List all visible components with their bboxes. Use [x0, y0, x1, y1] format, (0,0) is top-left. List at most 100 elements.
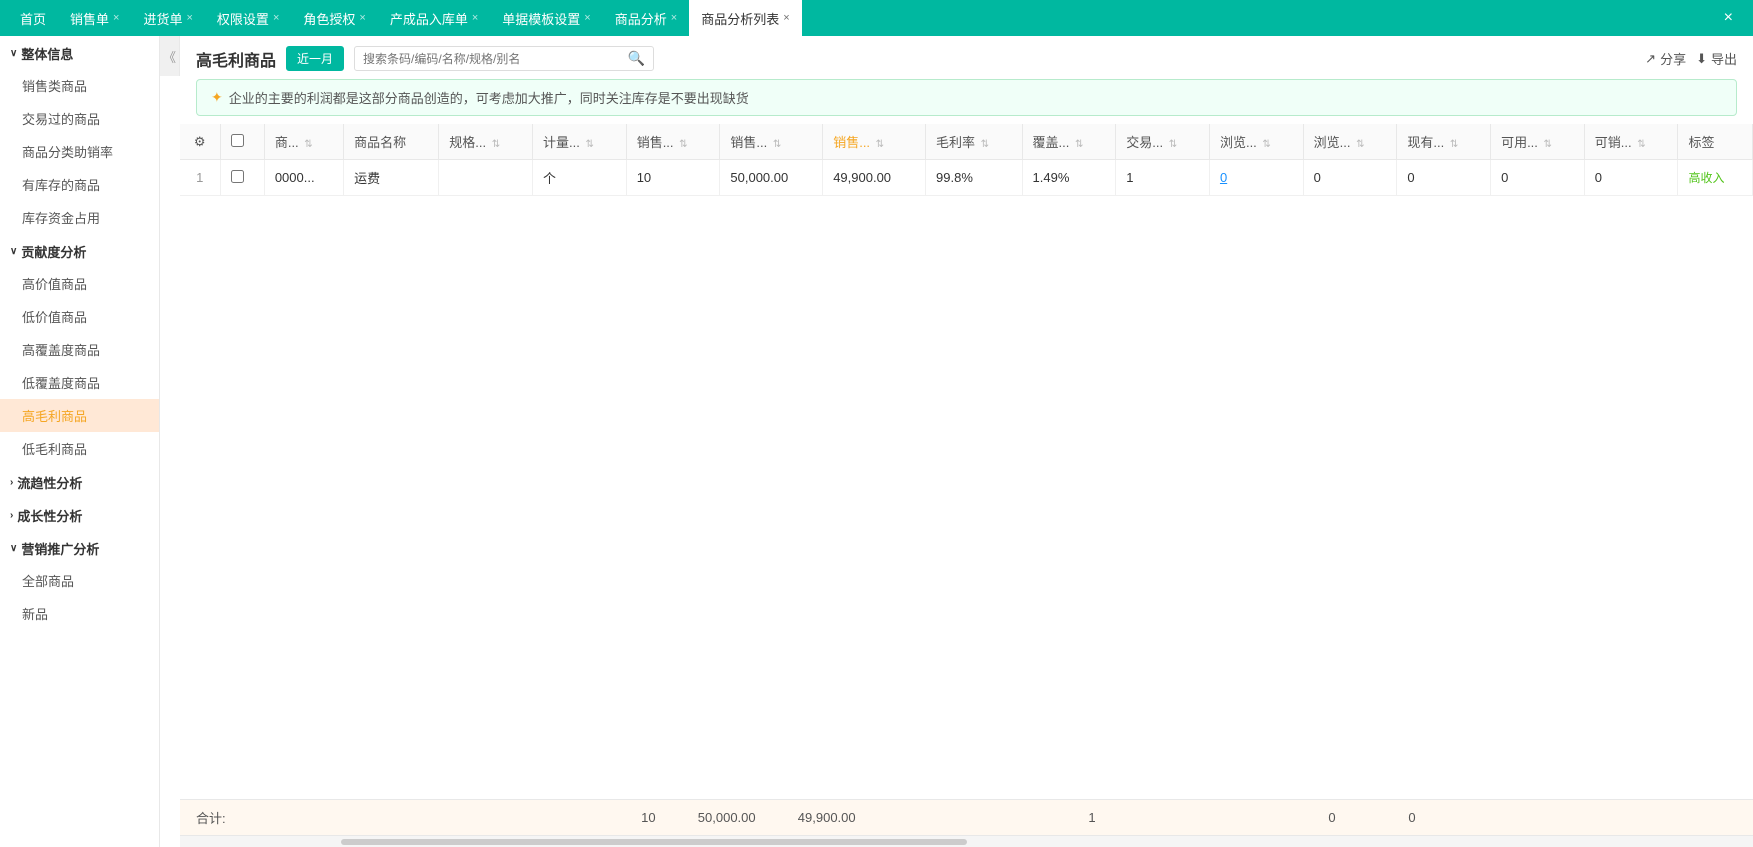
nav-product-inbound[interactable]: 产成品入库单 ×	[378, 0, 490, 36]
cell-coverage: 1.49%	[1022, 160, 1116, 196]
sort-icon: ⇅	[304, 139, 312, 150]
tag-label: 高收入	[1688, 171, 1724, 185]
nav-sales-close[interactable]: ×	[113, 12, 119, 24]
export-icon: ⬇	[1696, 51, 1707, 67]
col-browse2[interactable]: 浏览... ⇅	[1303, 124, 1397, 160]
sidebar-item-in-stock[interactable]: 有库存的商品	[0, 168, 159, 201]
chevron-down-icon-2: ∨	[10, 246, 17, 257]
footer-bar: 合计: 10 50,000.00 49,900.00 1 0 0	[180, 799, 1753, 835]
footer-empty-6	[1186, 810, 1266, 825]
sort-icon-4: ⇅	[679, 139, 687, 150]
search-input[interactable]	[363, 52, 628, 66]
header-actions: ↗ 分享 ⬇ 导出	[1645, 49, 1737, 68]
search-icon[interactable]: 🔍	[628, 50, 645, 67]
nav-close-all[interactable]: ×	[1712, 9, 1745, 27]
sidebar-group-marketing[interactable]: ∨ 营销推广分析	[0, 531, 159, 564]
sidebar-collapse-button[interactable]: 《	[160, 36, 180, 76]
col-current[interactable]: 现有... ⇅	[1397, 124, 1491, 160]
sidebar: ∨ 整体信息 销售类商品 交易过的商品 商品分类助销率 有库存的商品 库存资金占…	[0, 36, 160, 847]
col-sales3[interactable]: 销售... ⇅	[823, 124, 926, 160]
footer-browse1	[1106, 810, 1186, 825]
cell-available: 0	[1491, 160, 1585, 196]
sort-icon-6: ⇅	[876, 139, 884, 150]
chevron-down-icon: ∨	[10, 48, 17, 59]
col-available[interactable]: 可用... ⇅	[1491, 124, 1585, 160]
sidebar-item-high-margin[interactable]: 高毛利商品	[0, 399, 159, 432]
sidebar-item-low-margin[interactable]: 低毛利商品	[0, 432, 159, 465]
filter-recent-month[interactable]: 近一月	[286, 46, 344, 71]
col-gross-rate[interactable]: 毛利率 ⇅	[926, 124, 1023, 160]
nav-role-close[interactable]: ×	[359, 12, 365, 24]
col-sales1[interactable]: 销售... ⇅	[626, 124, 720, 160]
cell-unit: 个	[532, 160, 626, 196]
settings-icon[interactable]: ⚙	[194, 134, 206, 149]
footer-sales3: 49,900.00	[766, 810, 866, 825]
col-saleable[interactable]: 可销... ⇅	[1584, 124, 1678, 160]
sidebar-item-high-value[interactable]: 高价值商品	[0, 267, 159, 300]
cell-spec	[439, 160, 533, 196]
sidebar-item-high-coverage[interactable]: 高覆盖度商品	[0, 333, 159, 366]
sidebar-group-overall[interactable]: ∨ 整体信息	[0, 36, 159, 69]
nav-product-analysis[interactable]: 商品分析 ×	[603, 0, 689, 36]
col-browse1[interactable]: 浏览... ⇅	[1209, 124, 1303, 160]
nav-role[interactable]: 角色授权 ×	[291, 0, 377, 36]
cell-sales1: 10	[626, 160, 720, 196]
cell-browse1[interactable]: 0	[1209, 160, 1303, 196]
sidebar-group-trend[interactable]: › 流趋性分析	[0, 465, 159, 498]
col-code[interactable]: 商... ⇅	[264, 124, 343, 160]
sidebar-group-contribution[interactable]: ∨ 贡献度分析	[0, 234, 159, 267]
sort-icon-7: ⇅	[981, 139, 989, 150]
sort-icon-11: ⇅	[1356, 139, 1364, 150]
sidebar-item-traded-goods[interactable]: 交易过的商品	[0, 102, 159, 135]
nav-product-analysis-list[interactable]: 商品分析列表 ×	[689, 0, 801, 36]
select-all-checkbox[interactable]	[231, 134, 244, 147]
horizontal-scrollbar[interactable]	[180, 835, 1753, 847]
nav-home[interactable]: 首页	[8, 0, 58, 36]
nav-product-inbound-close[interactable]: ×	[472, 12, 478, 24]
footer-sales2: 50,000.00	[666, 810, 766, 825]
footer-empty-3	[506, 810, 586, 825]
export-button[interactable]: ⬇ 导出	[1696, 49, 1737, 68]
nav-permission-close[interactable]: ×	[273, 12, 279, 24]
cell-gross-rate: 99.8%	[926, 160, 1023, 196]
sidebar-item-sales-goods[interactable]: 销售类商品	[0, 69, 159, 102]
nav-permission[interactable]: 权限设置 ×	[205, 0, 291, 36]
chevron-down-icon-3: ∨	[10, 543, 17, 554]
sidebar-item-new-goods[interactable]: 新品	[0, 597, 159, 630]
nav-template-settings[interactable]: 单据模板设置 ×	[490, 0, 602, 36]
col-unit[interactable]: 计量... ⇅	[532, 124, 626, 160]
data-table: ⚙ 商... ⇅ 商品名称	[180, 124, 1753, 196]
sidebar-item-all-goods[interactable]: 全部商品	[0, 564, 159, 597]
col-coverage[interactable]: 覆盖... ⇅	[1022, 124, 1116, 160]
main-content: 高毛利商品 近一月 🔍 ↗ 分享 ⬇ 导出	[180, 36, 1753, 847]
col-name[interactable]: 商品名称	[344, 124, 439, 160]
col-tag[interactable]: 标签	[1678, 124, 1753, 160]
sidebar-group-growth[interactable]: › 成长性分析	[0, 498, 159, 531]
cell-tag: 高收入	[1678, 160, 1753, 196]
sort-icon-8: ⇅	[1075, 139, 1083, 150]
nav-product-analysis-close[interactable]: ×	[671, 12, 677, 24]
sidebar-item-stock-capital[interactable]: 库存资金占用	[0, 201, 159, 234]
nav-template-settings-close[interactable]: ×	[584, 12, 590, 24]
col-spec[interactable]: 规格... ⇅	[439, 124, 533, 160]
cell-code: 0000...	[264, 160, 343, 196]
cell-transaction: 1	[1116, 160, 1210, 196]
row-checkbox[interactable]	[231, 170, 244, 183]
nav-product-analysis-list-close[interactable]: ×	[783, 12, 789, 24]
col-sales2[interactable]: 销售... ⇅	[720, 124, 823, 160]
sidebar-item-low-value[interactable]: 低价值商品	[0, 300, 159, 333]
sidebar-item-category-rate[interactable]: 商品分类助销率	[0, 135, 159, 168]
cell-checkbox	[220, 160, 264, 196]
nav-purchase[interactable]: 进货单 ×	[131, 0, 204, 36]
sort-icon-3: ⇅	[585, 139, 593, 150]
footer-cells: 10 50,000.00 49,900.00 1 0 0	[246, 810, 1737, 825]
scroll-thumb[interactable]	[341, 839, 967, 845]
footer-sales1: 10	[586, 810, 666, 825]
table-row: 1 0000... 运费 个 10 50,000.00 49,900.00 99	[180, 160, 1753, 196]
col-index: ⚙	[180, 124, 220, 160]
nav-sales[interactable]: 销售单 ×	[58, 0, 131, 36]
col-transaction[interactable]: 交易... ⇅	[1116, 124, 1210, 160]
nav-purchase-close[interactable]: ×	[186, 12, 192, 24]
share-button[interactable]: ↗ 分享	[1645, 49, 1686, 68]
sidebar-item-low-coverage[interactable]: 低覆盖度商品	[0, 366, 159, 399]
